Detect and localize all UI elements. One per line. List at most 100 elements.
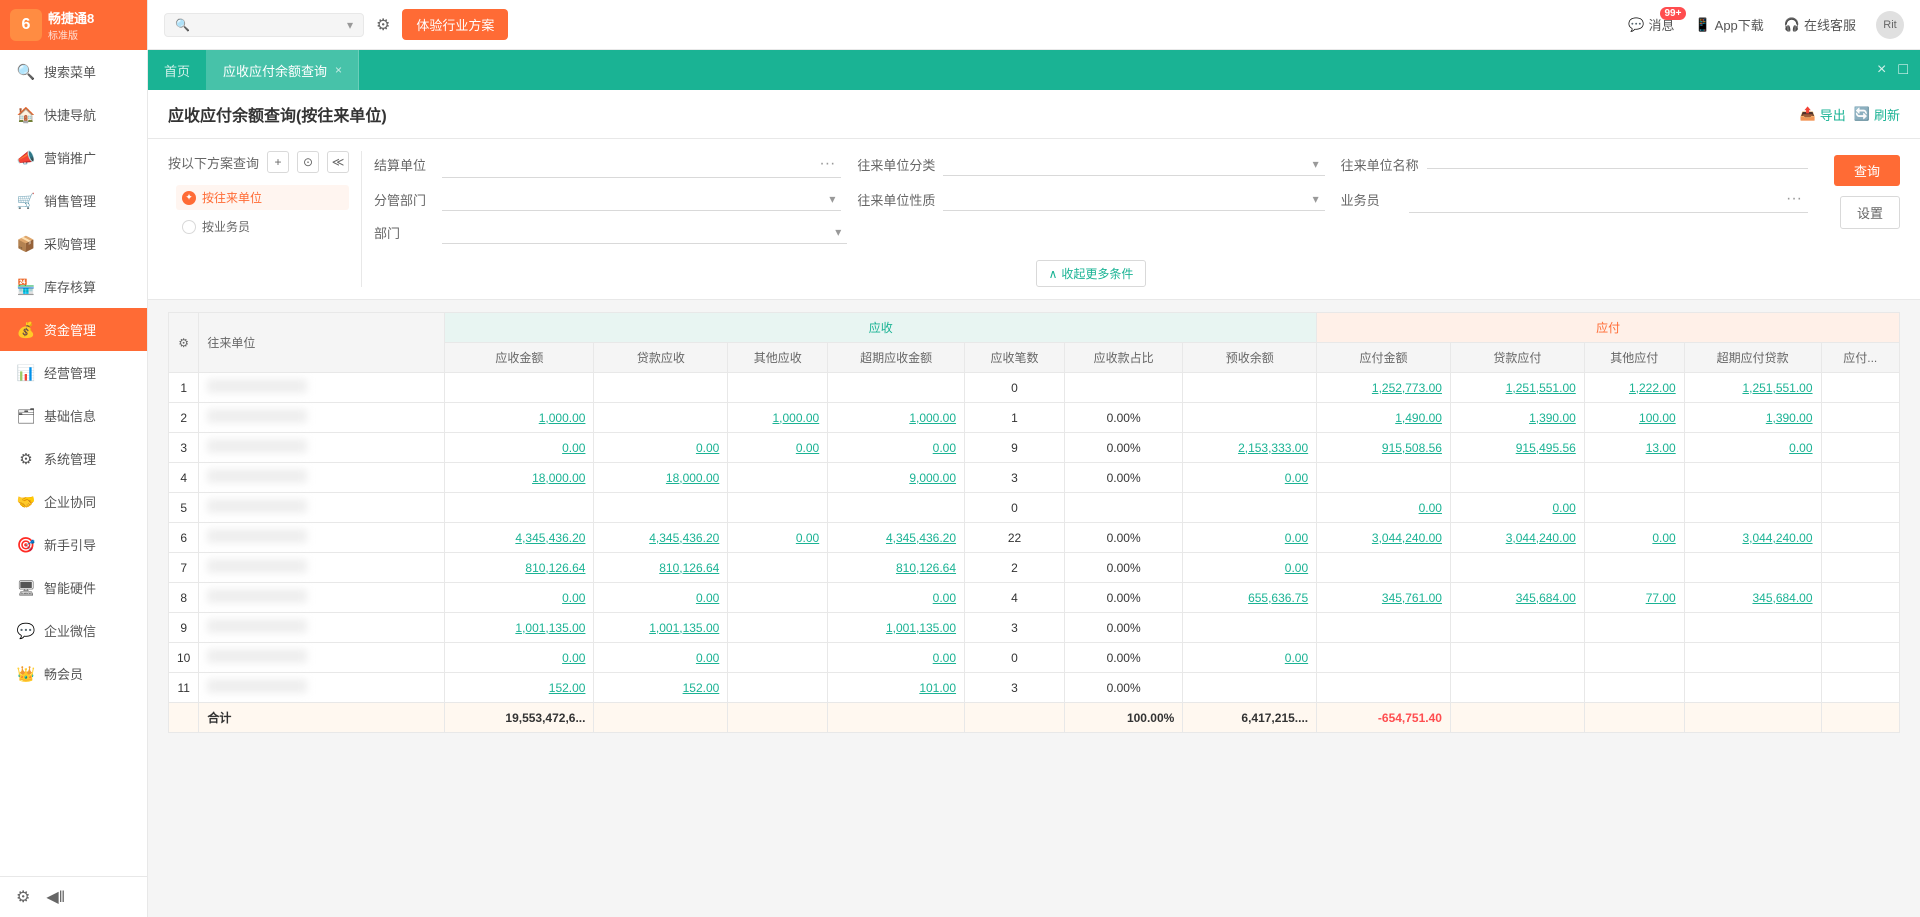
download-icon: 📱 — [1694, 17, 1710, 33]
window-close-icon[interactable]: × — [1877, 61, 1886, 79]
settle-unit-dots[interactable]: ··· — [819, 155, 835, 173]
query-button[interactable]: 查询 — [1834, 155, 1900, 186]
th-partner: 往来单位 — [199, 313, 445, 373]
sidebar-item-guide[interactable]: 🎯 新手引导 — [0, 523, 147, 566]
filter-partner-name: 往来单位名称 — [1341, 155, 1808, 174]
partner-category-dropdown-icon[interactable]: ▾ — [1313, 157, 1319, 171]
dept-manage-input[interactable]: ▾ — [442, 188, 841, 211]
collapse-filter-button[interactable]: ∧ 收起更多条件 — [1036, 260, 1147, 287]
partner-name-input[interactable] — [1427, 160, 1808, 169]
collapse-up-icon: ∧ — [1049, 267, 1058, 281]
app-download-button[interactable]: 📱 App下载 — [1694, 15, 1763, 34]
collapse-sidebar-icon[interactable]: ◀‖ — [46, 887, 65, 907]
operations-icon: 📊 — [16, 364, 36, 382]
tab-ar-ap[interactable]: 应收应付余额查询 × — [207, 50, 359, 90]
guide-icon: 🎯 — [16, 536, 36, 554]
filter-partner-nature: 往来单位性质 ▾ — [857, 188, 1324, 211]
th-ar-other: 其他应收 — [728, 343, 828, 373]
salesman-dots[interactable]: ··· — [1786, 190, 1802, 208]
th-ar-count: 应收笔数 — [965, 343, 1065, 373]
sidebar-item-basic-info[interactable]: 🗂 基础信息 — [0, 394, 147, 437]
settings-footer-icon[interactable]: ⚙ — [16, 887, 30, 907]
scheme-by-partner[interactable]: ✦ 按往来单位 — [176, 185, 349, 210]
table-section: ⚙ 往来单位 应收 应付 应收金额 贷款应收 其他应收 超期应收金额 应收笔数 … — [148, 300, 1920, 745]
th-ar-loan: 贷款应收 — [594, 343, 728, 373]
filter-label: 按以下方案查询 — [168, 153, 259, 172]
sidebar-item-hardware[interactable]: 🖥 智能硬件 — [0, 566, 147, 609]
basic-info-icon: 🗂 — [16, 407, 36, 425]
table-settings-icon[interactable]: ⚙ — [178, 336, 189, 350]
settle-unit-input[interactable]: ··· — [442, 151, 841, 178]
filter-setting-button[interactable]: ⊙ — [297, 151, 319, 173]
sidebar-item-wechat[interactable]: 💬 企业微信 — [0, 609, 147, 652]
sidebar-item-purchase[interactable]: 📦 采购管理 — [0, 222, 147, 265]
sidebar-item-system[interactable]: ⚙ 系统管理 — [0, 437, 147, 480]
filter-settings-button[interactable]: 设置 — [1840, 196, 1900, 229]
sidebar-item-search-menu[interactable]: 🔍 搜索菜单 — [0, 50, 147, 93]
table-row: 101,252,773.001,251,551.001,222.001,251,… — [169, 373, 1900, 403]
export-button[interactable]: 📤 导出 — [1800, 105, 1846, 124]
th-ar-overdue: 超期应收金额 — [828, 343, 965, 373]
scheme-dot-active: ✦ — [182, 191, 196, 205]
promo-button[interactable]: 体验行业方案 — [402, 9, 508, 40]
message-icon: 💬 — [1628, 17, 1644, 33]
table-row: 100.000.000.0000.00%0.00 — [169, 643, 1900, 673]
page-header: 应收应付余额查询(按往来单位) 📤 导出 🔄 刷新 — [148, 90, 1920, 139]
tab-close-icon[interactable]: × — [335, 63, 342, 77]
sidebar-item-inventory[interactable]: 🏪 库存核算 — [0, 265, 147, 308]
sales-icon: 🛒 — [16, 192, 36, 210]
sidebar: 6 畅捷通8 标准版 🔍 搜索菜单 🏠 快捷导航 📣 营销推广 🛒 销售管理 📦… — [0, 0, 148, 917]
table-row: 500.000.00 — [169, 493, 1900, 523]
sidebar-item-vip[interactable]: 👑 畅会员 — [0, 652, 147, 695]
user-avatar[interactable]: Rit — [1876, 11, 1904, 39]
tab-home[interactable]: 首页 — [148, 50, 207, 90]
dept-dropdown-icon[interactable]: ▾ — [835, 225, 841, 239]
search-menu-icon: 🔍 — [16, 63, 36, 81]
table-row: 64,345,436.204,345,436.200.004,345,436.2… — [169, 523, 1900, 553]
filter-add-button[interactable]: + — [267, 151, 289, 173]
filter-section: 按以下方案查询 + ⊙ ≪ ✦ 按往来单位 按业务员 — [148, 139, 1920, 300]
data-table: ⚙ 往来单位 应收 应付 应收金额 贷款应收 其他应收 超期应收金额 应收笔数 … — [168, 312, 1900, 733]
table-row: 80.000.000.0040.00%655,636.75345,761.003… — [169, 583, 1900, 613]
top-navigation: 🔍 ▾ ⚙ 体验行业方案 💬 消息 99+ 📱 App下载 🎧 在线客服 Rit — [148, 0, 1920, 50]
sidebar-item-sales[interactable]: 🛒 销售管理 — [0, 179, 147, 222]
th-ar-prepay: 预收余额 — [1183, 343, 1317, 373]
nav-search-bar[interactable]: 🔍 ▾ — [164, 13, 364, 37]
sidebar-item-operations[interactable]: 📊 经营管理 — [0, 351, 147, 394]
tab-bar: 首页 应收应付余额查询 × × □ — [148, 50, 1920, 90]
total-row: 合计 19,553,472,6... 100.00% 6,417,215....… — [169, 703, 1900, 733]
messages-button[interactable]: 💬 消息 99+ — [1628, 15, 1674, 34]
export-icon: 📤 — [1800, 106, 1816, 122]
table-row: 11152.00152.00101.0030.00% — [169, 673, 1900, 703]
nav-dropdown-icon[interactable]: ▾ — [347, 18, 353, 32]
sidebar-item-quick-nav[interactable]: 🏠 快捷导航 — [0, 93, 147, 136]
sidebar-footer[interactable]: ⚙ ◀‖ — [0, 876, 147, 917]
refresh-button[interactable]: 🔄 刷新 — [1854, 105, 1900, 124]
purchase-icon: 📦 — [16, 235, 36, 253]
scrollable-table[interactable]: ⚙ 往来单位 应收 应付 应收金额 贷款应收 其他应收 超期应收金额 应收笔数 … — [168, 312, 1900, 733]
window-max-icon[interactable]: □ — [1898, 61, 1908, 79]
partner-category-input[interactable]: ▾ — [943, 153, 1324, 176]
sidebar-item-marketing[interactable]: 📣 营销推广 — [0, 136, 147, 179]
filter-scheme-list: ✦ 按往来单位 按业务员 — [168, 185, 349, 239]
sidebar-item-finance[interactable]: 💰 资金管理 — [0, 308, 147, 351]
filter-collapse-button[interactable]: ≪ — [327, 151, 349, 173]
th-ap-group: 应付 — [1317, 313, 1900, 343]
scheme-by-salesman[interactable]: 按业务员 — [176, 214, 349, 239]
dept-manage-dropdown-icon[interactable]: ▾ — [829, 192, 835, 206]
wechat-icon: 💬 — [16, 622, 36, 640]
sidebar-item-enterprise[interactable]: 🤝 企业协同 — [0, 480, 147, 523]
filter-settle-unit: 结算单位 ··· — [374, 151, 841, 178]
dept-input[interactable]: ▾ — [442, 221, 847, 244]
tab-ar-ap-label: 应收应付余额查询 — [223, 61, 327, 80]
nav-search-icon: 🔍 — [175, 18, 190, 32]
nav-gear-icon[interactable]: ⚙ — [376, 15, 390, 35]
hardware-icon: 🖥 — [16, 579, 36, 597]
partner-nature-dropdown-icon[interactable]: ▾ — [1313, 192, 1319, 206]
online-service-button[interactable]: 🎧 在线客服 — [1784, 15, 1856, 34]
salesman-input[interactable]: ··· — [1409, 186, 1808, 213]
service-icon: 🎧 — [1784, 17, 1800, 33]
partner-nature-input[interactable]: ▾ — [943, 188, 1324, 211]
th-ar-group: 应收 — [445, 313, 1317, 343]
th-ap-loan: 贷款应付 — [1450, 343, 1584, 373]
